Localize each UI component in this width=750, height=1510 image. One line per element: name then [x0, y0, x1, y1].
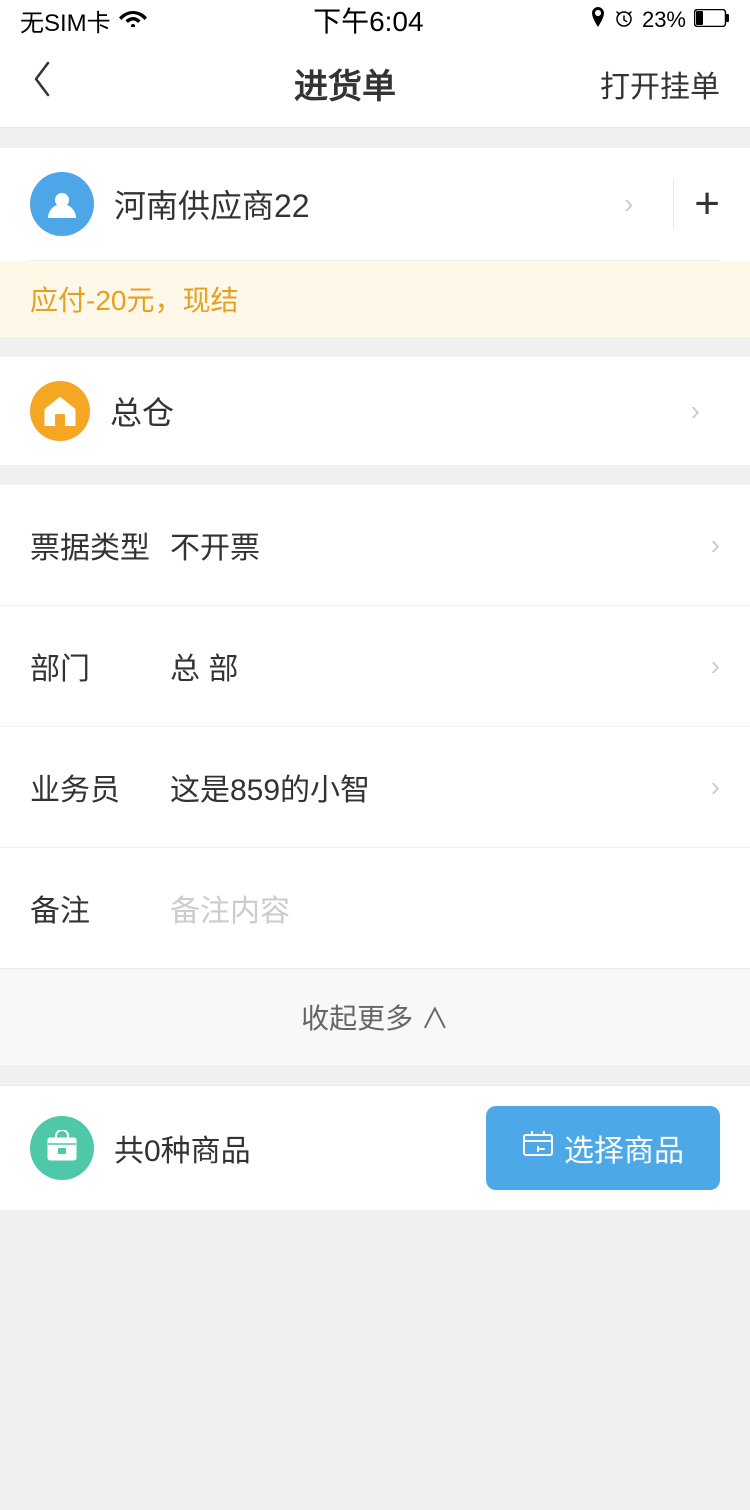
warehouse-name: 总仓 [110, 388, 691, 434]
section-gap-3 [0, 465, 750, 485]
section-gap-4 [0, 1065, 750, 1085]
form-section: 票据类型 不开票 › 部门 总 部 › 业务员 这是859的小智 › 备注 备注… [0, 485, 750, 968]
select-product-button[interactable]: 选择商品 [486, 1106, 720, 1190]
select-product-label: 选择商品 [564, 1126, 684, 1170]
supplier-name: 河南供应商22 [114, 181, 624, 227]
salesperson-value: 这是859的小智 [170, 765, 701, 809]
department-chevron-icon: › [711, 650, 720, 682]
invoice-type-value: 不开票 [170, 523, 701, 567]
invoice-type-chevron-icon: › [711, 529, 720, 561]
remark-row[interactable]: 备注 备注内容 [0, 848, 750, 968]
invoice-type-row[interactable]: 票据类型 不开票 › [0, 485, 750, 606]
carrier-text: 无SIM卡 [20, 3, 111, 38]
battery-text: 23% [642, 7, 686, 33]
nav-title: 进货单 [294, 59, 396, 108]
nav-bar: 进货单 打开挂单 [0, 40, 750, 128]
remark-placeholder[interactable]: 备注内容 [170, 886, 720, 930]
section-gap-2 [0, 337, 750, 357]
salesperson-label: 业务员 [30, 765, 170, 809]
supplier-section: 河南供应商22 › + [0, 148, 750, 261]
department-row[interactable]: 部门 总 部 › [0, 606, 750, 727]
supplier-avatar [30, 172, 94, 236]
status-left: 无SIM卡 [20, 3, 147, 38]
invoice-type-label: 票据类型 [30, 523, 170, 567]
add-supplier-button[interactable]: + [694, 182, 720, 226]
wifi-icon [119, 6, 147, 34]
department-value: 总 部 [170, 644, 701, 688]
supplier-divider [673, 179, 674, 229]
collapse-button[interactable]: 收起更多 ∧ [0, 968, 750, 1065]
notice-banner: 应付-20元，现结 [0, 261, 750, 337]
location-icon [590, 7, 606, 33]
product-icon [30, 1116, 94, 1180]
notice-text: 应付-20元，现结 [30, 285, 238, 316]
status-right: 23% [590, 7, 730, 33]
section-gap-1 [0, 128, 750, 148]
open-pending-button[interactable]: 打开挂单 [600, 62, 720, 106]
time-display: 下午6:04 [313, 0, 424, 40]
warehouse-icon [30, 381, 90, 441]
warehouse-section: 总仓 › [0, 357, 750, 465]
department-label: 部门 [30, 644, 170, 688]
page-background [0, 1210, 750, 1510]
salesperson-row[interactable]: 业务员 这是859的小智 › [0, 727, 750, 848]
supplier-row[interactable]: 河南供应商22 › + [30, 148, 720, 261]
salesperson-chevron-icon: › [711, 771, 720, 803]
cart-icon [522, 1131, 554, 1166]
warehouse-chevron-icon: › [691, 395, 700, 427]
status-bar: 无SIM卡 下午6:04 23% [0, 0, 750, 40]
product-count-text: 共0种商品 [114, 1126, 486, 1170]
warehouse-row[interactable]: 总仓 › [30, 357, 720, 465]
bottom-bar: 共0种商品 选择商品 [0, 1085, 750, 1210]
collapse-label: 收起更多 ∧ [301, 1003, 449, 1034]
remark-label: 备注 [30, 886, 170, 930]
alarm-icon [614, 7, 634, 33]
supplier-chevron-icon: › [624, 188, 633, 220]
battery-icon [694, 7, 730, 33]
back-button[interactable] [30, 59, 90, 108]
